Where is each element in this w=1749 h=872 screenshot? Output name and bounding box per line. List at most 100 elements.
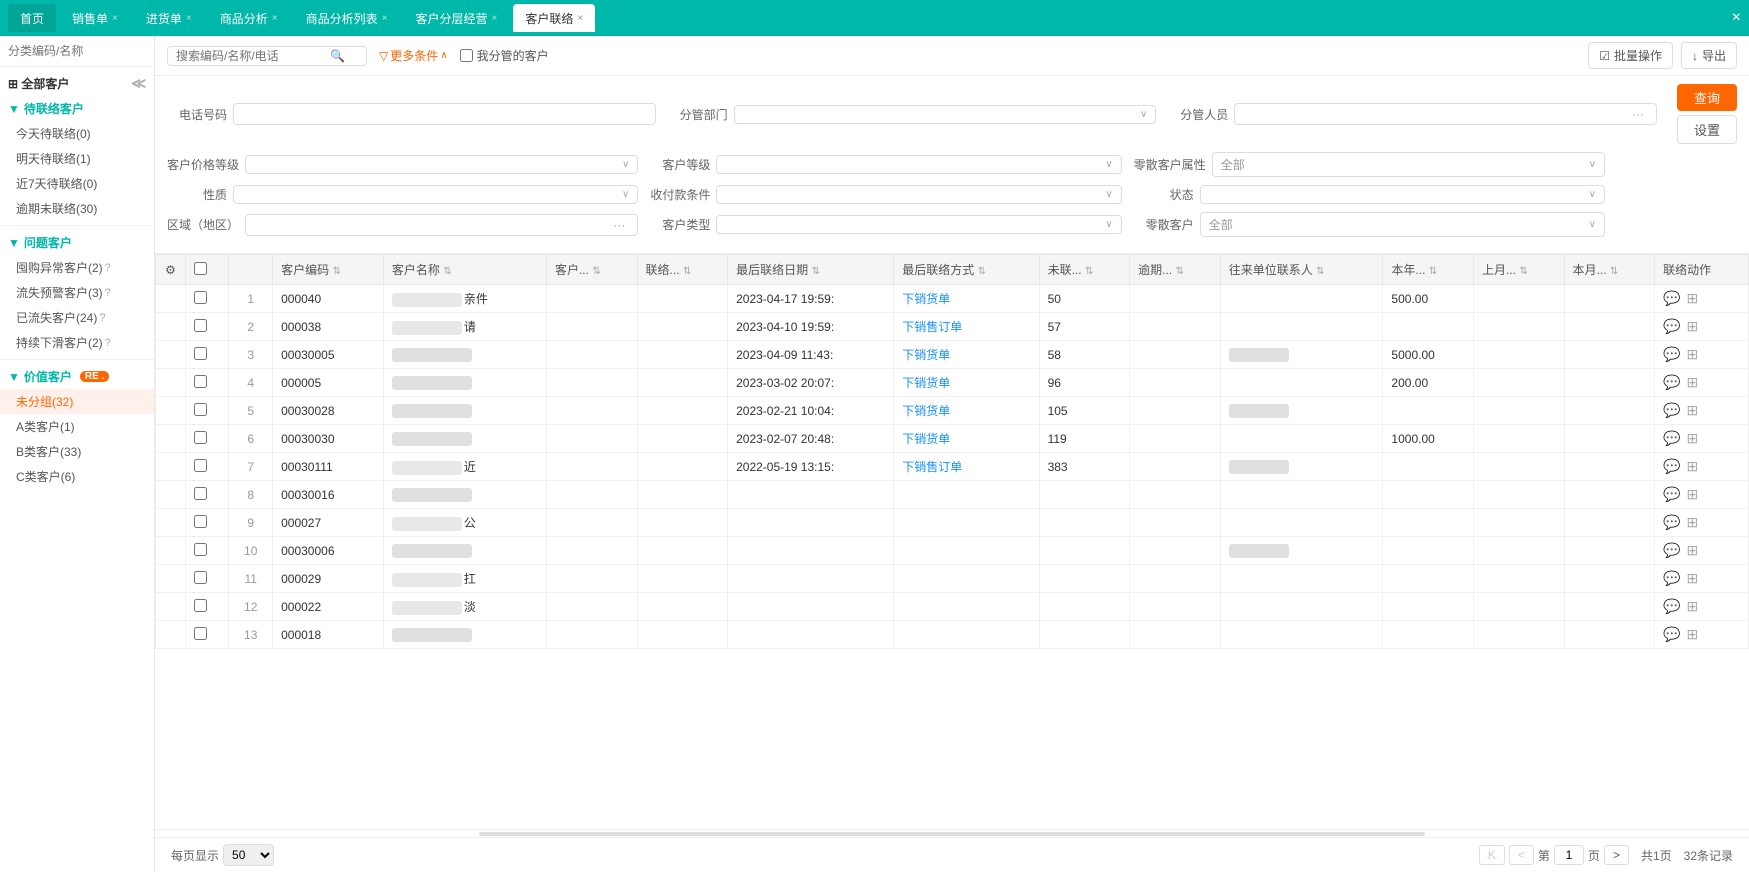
close-all-icon[interactable]: × bbox=[1732, 9, 1741, 27]
region-select[interactable]: ··· bbox=[245, 214, 638, 236]
dept-select[interactable]: ∨ bbox=[734, 105, 1157, 124]
chat-icon[interactable]: 💬 bbox=[1663, 430, 1680, 447]
sidebar-item-today[interactable]: 今天待联络(0) bbox=[0, 121, 154, 146]
row-checkbox[interactable] bbox=[186, 453, 229, 481]
row-last-method[interactable] bbox=[894, 593, 1039, 621]
sidebar-item-churned[interactable]: 已流失客户(24) ? bbox=[0, 305, 154, 330]
row-gear[interactable] bbox=[156, 425, 186, 453]
sidebar-search-input[interactable] bbox=[8, 44, 155, 58]
sidebar-item-declining[interactable]: 持续下滑客户(2) ? bbox=[0, 330, 154, 355]
page-size-select[interactable]: 50 100 bbox=[223, 844, 274, 866]
next-page-btn[interactable]: > bbox=[1604, 845, 1629, 865]
tab-purchase[interactable]: 进货单 × bbox=[134, 4, 204, 32]
row-last-method[interactable]: 下销售订单 bbox=[894, 313, 1039, 341]
row-checkbox[interactable] bbox=[186, 509, 229, 537]
chat-icon[interactable]: 💬 bbox=[1663, 318, 1680, 335]
retail-attr-select[interactable]: 全部 ∨ bbox=[1212, 152, 1605, 177]
row-last-method[interactable]: 下销货单 bbox=[894, 341, 1039, 369]
more-conditions-btn[interactable]: ▽ 更多条件 ∧ bbox=[379, 47, 448, 64]
lastmonth-column-header[interactable]: 上月... ⇅ bbox=[1473, 255, 1564, 285]
unitcontact-column-header[interactable]: 往来单位联系人 ⇅ bbox=[1220, 255, 1383, 285]
row-last-method[interactable] bbox=[894, 621, 1039, 649]
main-search-input[interactable] bbox=[176, 49, 326, 63]
row-last-method[interactable] bbox=[894, 481, 1039, 509]
sidebar-item-class-b[interactable]: B类客户(33) bbox=[0, 439, 154, 464]
chat-icon[interactable]: 💬 bbox=[1663, 374, 1680, 391]
row-gear[interactable] bbox=[156, 369, 186, 397]
grid-icon[interactable]: ⊞ bbox=[1687, 430, 1699, 447]
close-customer-link-icon[interactable]: × bbox=[577, 13, 583, 24]
grid-icon[interactable]: ⊞ bbox=[1687, 598, 1699, 615]
row-last-method[interactable]: 下销货单 bbox=[894, 397, 1039, 425]
chat-icon[interactable]: 💬 bbox=[1663, 598, 1680, 615]
nature-select[interactable]: ∨ bbox=[233, 185, 638, 204]
row-gear[interactable] bbox=[156, 537, 186, 565]
row-gear[interactable] bbox=[156, 481, 186, 509]
grid-icon[interactable]: ⊞ bbox=[1687, 514, 1699, 531]
row-checkbox[interactable] bbox=[186, 285, 229, 313]
sidebar-group-value[interactable]: ▼ 价值客户 RE . bbox=[0, 364, 154, 389]
reset-btn[interactable]: 设置 bbox=[1677, 115, 1737, 144]
close-customer-segment-icon[interactable]: × bbox=[491, 13, 497, 24]
sidebar-item-ungrouped[interactable]: 未分组(32) bbox=[0, 389, 154, 414]
customer-table-container[interactable]: ⚙ 客户编码 ⇅ 客户名称 ⇅ 客户... ⇅ 联络... ⇅ 最后联络日期 ⇅… bbox=[155, 254, 1749, 829]
thisyear-column-header[interactable]: 本年... ⇅ bbox=[1383, 255, 1474, 285]
tab-customer-segment[interactable]: 客户分层经营 × bbox=[403, 4, 509, 32]
sidebar-item-7days[interactable]: 近7天待联络(0) bbox=[0, 171, 154, 196]
cust-type-select[interactable]: ∨ bbox=[716, 215, 1121, 234]
select-all-checkbox[interactable] bbox=[194, 262, 207, 275]
price-level-select[interactable]: ∨ bbox=[245, 155, 638, 174]
row-last-method[interactable] bbox=[894, 509, 1039, 537]
horizontal-scrollbar[interactable] bbox=[155, 829, 1749, 837]
close-analysis-list-icon[interactable]: × bbox=[382, 13, 388, 24]
grid-icon[interactable]: ⊞ bbox=[1687, 458, 1699, 475]
sidebar-item-hoarding[interactable]: 囤购异常客户(2) ? bbox=[0, 255, 154, 280]
tab-analysis[interactable]: 商品分析 × bbox=[208, 4, 290, 32]
sidebar-item-class-a[interactable]: A类客户(1) bbox=[0, 414, 154, 439]
my-customers-checkbox[interactable] bbox=[460, 49, 473, 62]
row-checkbox[interactable] bbox=[186, 341, 229, 369]
row-last-method[interactable]: 下销货单 bbox=[894, 369, 1039, 397]
row-gear[interactable] bbox=[156, 565, 186, 593]
prev-page-btn[interactable]: < bbox=[1509, 845, 1534, 865]
row-last-method[interactable]: 下销货单 bbox=[894, 425, 1039, 453]
payment-select[interactable]: ∨ bbox=[716, 185, 1121, 204]
export-btn[interactable]: ↓ 导出 bbox=[1681, 42, 1737, 69]
row-gear[interactable] bbox=[156, 593, 186, 621]
sidebar-item-tomorrow[interactable]: 明天待联络(1) bbox=[0, 146, 154, 171]
sidebar-item-overdue[interactable]: 逾期未联络(30) bbox=[0, 196, 154, 221]
row-gear[interactable] bbox=[156, 341, 186, 369]
row-checkbox[interactable] bbox=[186, 369, 229, 397]
contact-column-header[interactable]: 联络... ⇅ bbox=[637, 255, 728, 285]
cust-level-select[interactable]: ∨ bbox=[716, 155, 1121, 174]
row-gear[interactable] bbox=[156, 453, 186, 481]
chat-icon[interactable]: 💬 bbox=[1663, 626, 1680, 643]
row-gear[interactable] bbox=[156, 509, 186, 537]
grid-icon[interactable]: ⊞ bbox=[1687, 318, 1699, 335]
name-column-header[interactable]: 客户名称 ⇅ bbox=[383, 255, 546, 285]
first-page-btn[interactable]: K bbox=[1479, 845, 1505, 865]
tab-sales[interactable]: 销售单 × bbox=[60, 4, 130, 32]
grid-icon[interactable]: ⊞ bbox=[1687, 402, 1699, 419]
grid-icon[interactable]: ⊞ bbox=[1687, 570, 1699, 587]
row-gear[interactable] bbox=[156, 621, 186, 649]
row-last-method[interactable] bbox=[894, 565, 1039, 593]
grid-icon[interactable]: ⊞ bbox=[1687, 626, 1699, 643]
overdue-column-header[interactable]: 逾期... ⇅ bbox=[1130, 255, 1221, 285]
row-gear[interactable] bbox=[156, 313, 186, 341]
row-checkbox[interactable] bbox=[186, 621, 229, 649]
sidebar-group-pending[interactable]: ▼ 待联络客户 bbox=[0, 96, 154, 121]
grid-icon[interactable]: ⊞ bbox=[1687, 374, 1699, 391]
tab-customer-link[interactable]: 客户联络 × bbox=[513, 4, 595, 32]
thismonth-column-header[interactable]: 本月... ⇅ bbox=[1564, 255, 1655, 285]
close-analysis-icon[interactable]: × bbox=[272, 13, 278, 24]
phone-input[interactable] bbox=[233, 103, 656, 125]
my-customers-filter[interactable]: 我分管的客户 bbox=[460, 47, 549, 64]
chat-icon[interactable]: 💬 bbox=[1663, 458, 1680, 475]
row-checkbox[interactable] bbox=[186, 481, 229, 509]
row-last-method[interactable]: 下销售订单 bbox=[894, 453, 1039, 481]
type-column-header[interactable]: 客户... ⇅ bbox=[546, 255, 637, 285]
code-column-header[interactable]: 客户编码 ⇅ bbox=[273, 255, 384, 285]
lastdate-column-header[interactable]: 最后联络日期 ⇅ bbox=[728, 255, 894, 285]
tab-home[interactable]: 首页 bbox=[8, 4, 56, 32]
